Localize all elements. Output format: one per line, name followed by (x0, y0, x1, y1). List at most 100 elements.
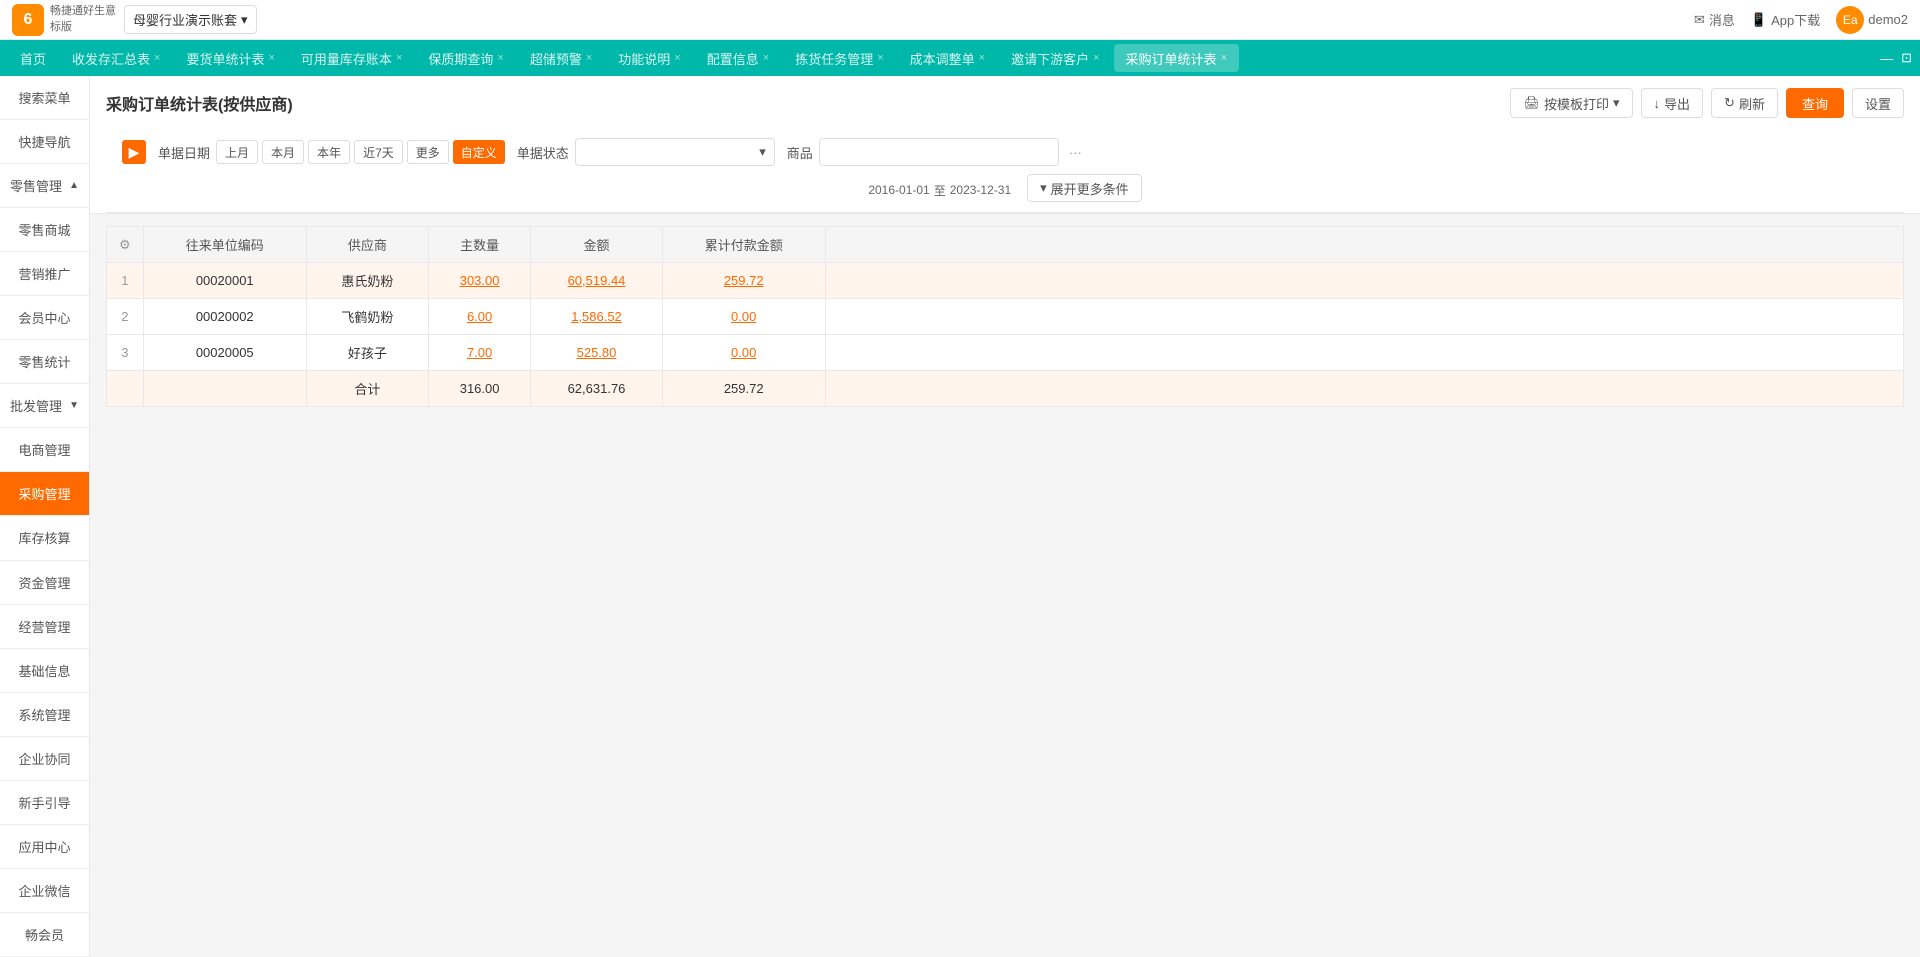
sidebar-item-wholesale[interactable]: 批发管理 ▼ (0, 384, 89, 428)
table-container: ⚙ 往来单位编码 供应商 主数量 金额 累计付款金额 1 00020001 (90, 214, 1920, 957)
sidebar-item-member[interactable]: 会员中心 (0, 296, 89, 340)
tab-yaoqing[interactable]: 邀请下游客户 × (999, 44, 1111, 72)
tab-gongneng-close[interactable]: × (674, 52, 680, 64)
sidebar-item-retail-stats[interactable]: 零售统计 (0, 340, 89, 384)
top-bar-right: ✉ 消息 📱 App下载 Ea demo2 (1694, 6, 1908, 34)
message-button[interactable]: ✉ 消息 (1694, 10, 1735, 29)
sidebar-item-member-label: 会员中心 (18, 308, 70, 327)
footer-paid: 259.72 (662, 371, 825, 407)
nav-maximize-icon[interactable]: ⊡ (1901, 50, 1912, 66)
tab-gongneng[interactable]: 功能说明 × (606, 44, 692, 72)
tab-shoufa[interactable]: 收发存汇总表 × (60, 44, 172, 72)
sidebar-item-collab[interactable]: 企业协同 (0, 737, 89, 781)
sidebar-item-inventory-label: 库存核算 (18, 528, 70, 547)
tab-gongneng-label: 功能说明 (618, 49, 670, 68)
refresh-button[interactable]: ↻ 刷新 (1711, 88, 1778, 118)
tab-home-label: 首页 (20, 49, 46, 68)
tab-chengben[interactable]: 成本调整单 × (898, 44, 997, 72)
sidebar-item-nav[interactable]: 快捷导航 (0, 120, 89, 164)
sidebar-item-marketing-label: 营销推广 (18, 264, 70, 283)
table-row: 1 00020001 惠氏奶粉 303.00 60,519.44 259.72 (107, 263, 1904, 299)
date-btn-this-year[interactable]: 本年 (308, 140, 350, 164)
sidebar-item-marketing[interactable]: 营销推广 (0, 252, 89, 296)
tab-yaoqing-label: 邀请下游客户 (1011, 49, 1089, 68)
sidebar-item-search[interactable]: 搜索菜单 (0, 76, 89, 120)
sidebar-item-guide[interactable]: 新手引导 (0, 781, 89, 825)
filter-status-item: 单据状态 ▾ (517, 138, 775, 166)
tab-baozhi-close[interactable]: × (497, 52, 503, 64)
row-supplier: 飞鹤奶粉 (306, 299, 428, 335)
tab-kuyun-close[interactable]: × (396, 52, 402, 64)
sidebar-item-finance[interactable]: 资金管理 (0, 561, 89, 605)
tab-yaoqing-close[interactable]: × (1093, 52, 1099, 64)
status-select[interactable]: ▾ (575, 138, 775, 166)
sidebar-item-member2[interactable]: 畅会员 (0, 913, 89, 957)
goods-input[interactable] (819, 138, 1059, 166)
expand-filter-button[interactable]: ▾ 展开更多条件 (1027, 174, 1142, 202)
date-filter-label: 单据日期 (158, 143, 210, 162)
nav-tabs: 首页 收发存汇总表 × 要货单统计表 × 可用量库存账本 × 保质期查询 × 超… (0, 40, 1920, 76)
date-btn-more[interactable]: 更多 (407, 140, 449, 164)
tab-home[interactable]: 首页 (8, 44, 58, 72)
tab-baozhi[interactable]: 保质期查询 × (416, 44, 515, 72)
col-settings-icon[interactable]: ⚙ (119, 237, 131, 252)
sidebar-item-app-center[interactable]: 应用中心 (0, 825, 89, 869)
tab-kuyun[interactable]: 可用量库存账本 × (289, 44, 414, 72)
sidebar-item-guide-label: 新手引导 (18, 793, 70, 812)
sidebar-item-retail-shop[interactable]: 零售商城 (0, 208, 89, 252)
export-label: 导出 (1664, 94, 1690, 113)
sidebar-item-system[interactable]: 系统管理 (0, 693, 89, 737)
logo-text: 畅捷通好生意标版 (50, 4, 116, 35)
sidebar-item-purchase[interactable]: 采购管理 (0, 472, 89, 516)
tab-jianhuo[interactable]: 拣货任务管理 × (783, 44, 895, 72)
setting-button[interactable]: 设置 (1852, 88, 1904, 118)
footer-label: 合计 (306, 371, 428, 407)
sidebar-item-member2-label: 畅会员 (25, 925, 64, 944)
footer-row: 合计 316.00 62,631.76 259.72 (107, 371, 1904, 407)
col-qty: 主数量 (428, 227, 531, 263)
sidebar-item-app-center-label: 应用中心 (18, 837, 70, 856)
row-amount: 60,519.44 (531, 263, 662, 299)
collapse-toggle-button[interactable]: ▶ (122, 140, 146, 164)
expand-arrow-icon: ▾ (1040, 180, 1047, 196)
sidebar-item-operations[interactable]: 经营管理 (0, 605, 89, 649)
sidebar-item-ecommerce[interactable]: 电商管理 (0, 428, 89, 472)
tab-chaochun[interactable]: 超储预警 × (518, 44, 604, 72)
user-profile[interactable]: Ea demo2 (1836, 6, 1908, 34)
date-btn-last-month[interactable]: 上月 (216, 140, 258, 164)
goods-more-icon[interactable]: ··· (1065, 145, 1086, 160)
tab-yaohuo[interactable]: 要货单统计表 × (174, 44, 286, 72)
footer-empty2 (143, 371, 306, 407)
message-icon: ✉ (1694, 12, 1705, 28)
row-qty: 6.00 (428, 299, 531, 335)
sidebar-item-basic-info[interactable]: 基础信息 (0, 649, 89, 693)
row-paid: 0.00 (662, 299, 825, 335)
tab-shoufa-close[interactable]: × (154, 52, 160, 64)
top-bar: 6 畅捷通好生意标版 母婴行业演示账套 ▾ ✉ 消息 📱 App下载 Ea de… (0, 0, 1920, 40)
tab-yaohuo-close[interactable]: × (268, 52, 274, 64)
sidebar-item-inventory[interactable]: 库存核算 (0, 516, 89, 560)
row-extra (825, 263, 1903, 299)
col-extra (825, 227, 1903, 263)
query-button[interactable]: 查询 (1786, 88, 1844, 118)
nav-minimize-icon[interactable]: — (1880, 51, 1893, 66)
sidebar-item-wechat[interactable]: 企业微信 (0, 869, 89, 913)
export-button[interactable]: ↓ 导出 (1641, 88, 1704, 118)
date-btn-7days[interactable]: 近7天 (354, 140, 403, 164)
sidebar-item-retail-mgmt[interactable]: 零售管理 ▲ (0, 164, 89, 208)
tab-caigou[interactable]: 采购订单统计表 × (1114, 44, 1239, 72)
company-selector[interactable]: 母婴行业演示账套 ▾ (124, 5, 257, 34)
print-button[interactable]: 🖨 按模板打印 ▾ (1510, 88, 1632, 118)
row-code: 00020005 (143, 335, 306, 371)
date-btn-this-month[interactable]: 本月 (262, 140, 304, 164)
tab-peizhi[interactable]: 配置信息 × (695, 44, 781, 72)
app-download-button[interactable]: 📱 App下载 (1751, 10, 1820, 29)
tab-chaochun-close[interactable]: × (586, 52, 592, 64)
tab-peizhi-close[interactable]: × (763, 52, 769, 64)
tab-caigou-close[interactable]: × (1221, 52, 1227, 64)
top-bar-left: 6 畅捷通好生意标版 母婴行业演示账套 ▾ (12, 4, 257, 36)
tab-jianhuo-close[interactable]: × (877, 52, 883, 64)
date-btn-custom[interactable]: 自定义 (453, 140, 505, 164)
tab-chengben-close[interactable]: × (979, 52, 985, 64)
sidebar-item-search-label: 搜索菜单 (18, 88, 70, 107)
